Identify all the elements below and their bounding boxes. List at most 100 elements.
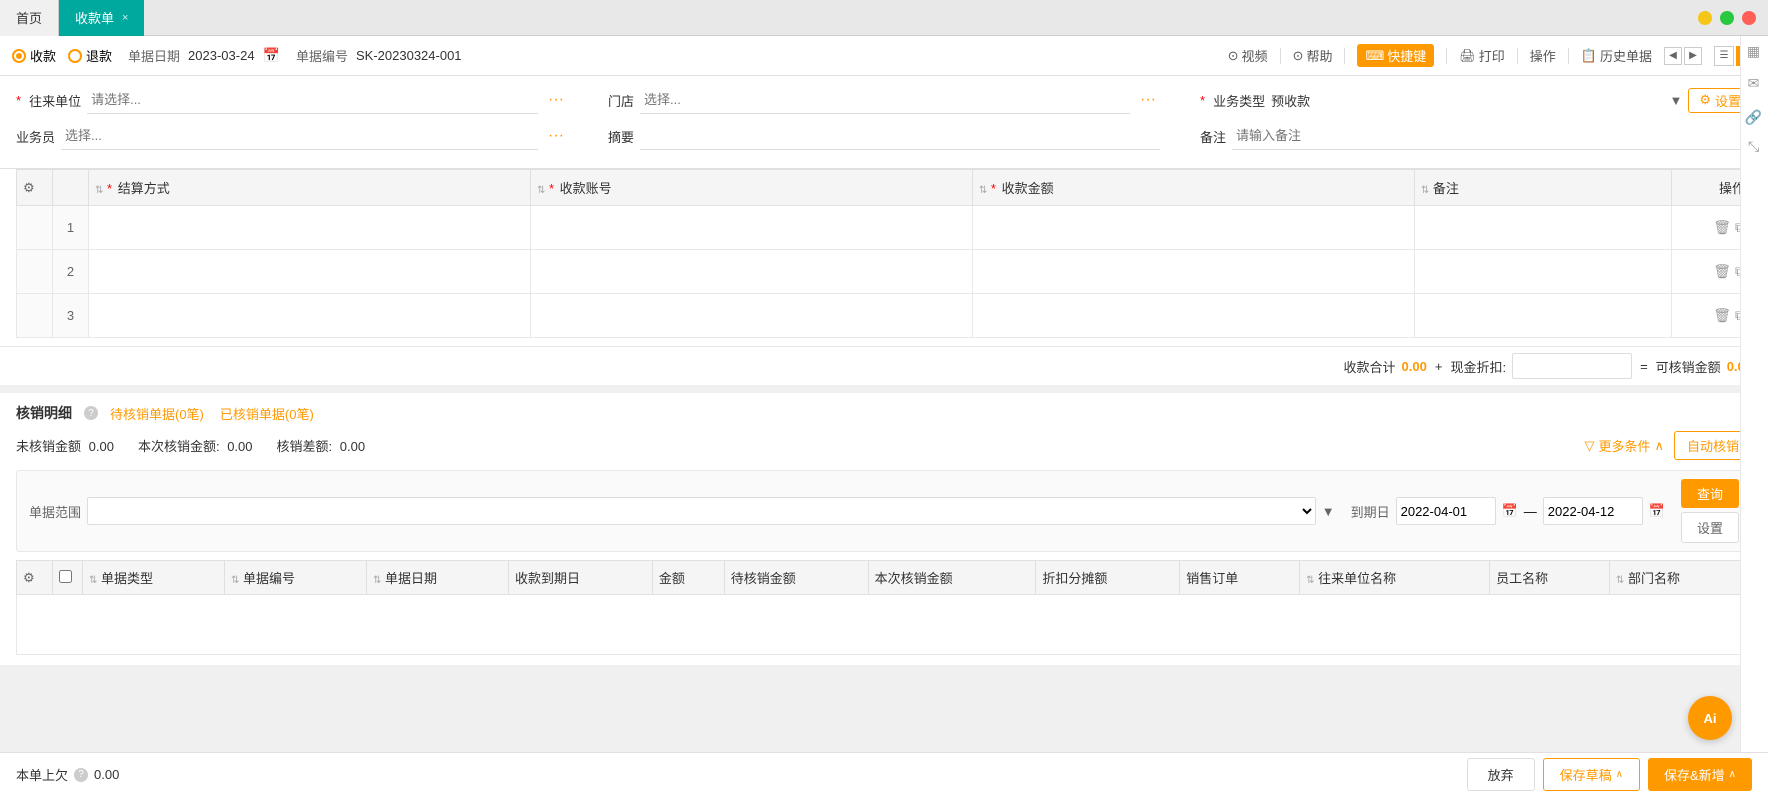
writeoff-stats: 未核销金额 0.00 本次核销金额: 0.00 核销差额: 0.00 ▽ 更多条… bbox=[16, 431, 1752, 460]
delete-icon-1[interactable]: 🗑 bbox=[1713, 219, 1731, 236]
maximize-button[interactable] bbox=[1720, 11, 1734, 25]
query-button[interactable]: 查询 bbox=[1681, 479, 1739, 508]
right-sidebar: ▦ ✉ 🔗 ⤢ bbox=[1740, 36, 1768, 752]
video-button[interactable]: ⊙ 视频 bbox=[1228, 46, 1268, 65]
bottom-table-settings-icon[interactable]: ⚙ bbox=[23, 570, 35, 585]
counterpart-label: 往来单位 bbox=[29, 91, 81, 110]
range-select[interactable] bbox=[87, 497, 1316, 525]
store-field: 门店 ··· bbox=[608, 86, 1160, 114]
this-stat: 本次核销金额: 0.00 bbox=[138, 436, 253, 455]
ai-button[interactable]: Ai bbox=[1688, 696, 1732, 740]
remark-cell-1[interactable] bbox=[1414, 206, 1671, 250]
sort-dept: ⇅ bbox=[1616, 575, 1624, 586]
tab-receipt[interactable]: 收款单 × bbox=[59, 0, 144, 36]
date-from-input[interactable] bbox=[1396, 497, 1496, 525]
done-tab[interactable]: 已核销单据(0笔) bbox=[220, 404, 314, 423]
sort-counterpart: ⇅ bbox=[1306, 575, 1314, 586]
staff-more-icon[interactable]: ··· bbox=[544, 127, 568, 145]
pending-tab[interactable]: 待核销单据(0笔) bbox=[110, 404, 204, 423]
tab-close-icon[interactable]: × bbox=[122, 12, 128, 24]
store-input[interactable] bbox=[640, 86, 1130, 114]
next-arrow[interactable]: ▶ bbox=[1684, 47, 1702, 65]
calendar-to-icon[interactable]: 📅 bbox=[1649, 503, 1665, 519]
list-view-button[interactable]: ☰ bbox=[1714, 46, 1734, 66]
divider2 bbox=[1344, 48, 1345, 64]
delete-icon-2[interactable]: 🗑 bbox=[1713, 263, 1731, 280]
biz-type-field: * 业务类型 预收款 ▼ ⚙ 设置 bbox=[1200, 88, 1752, 113]
plus-sign: + bbox=[1435, 359, 1443, 374]
form-area: * 往来单位 ··· 门店 ··· * 业务类型 预收款 ▼ ⚙ 设置 业务员 bbox=[0, 76, 1768, 169]
biz-type-dropdown-icon[interactable]: ▼ bbox=[1669, 93, 1682, 108]
row-settings-3 bbox=[17, 294, 53, 338]
more-conditions-link[interactable]: ▽ 更多条件 ∧ bbox=[1584, 436, 1664, 455]
delete-icon-3[interactable]: 🗑 bbox=[1713, 307, 1731, 324]
info-icon2[interactable]: ? bbox=[74, 768, 88, 782]
main-content: * 往来单位 ··· 门店 ··· * 业务类型 预收款 ▼ ⚙ 设置 业务员 bbox=[0, 76, 1768, 665]
date-to-input[interactable] bbox=[1543, 497, 1643, 525]
remark-cell-3[interactable] bbox=[1414, 294, 1671, 338]
save-new-button[interactable]: 保存&新增 ∧ bbox=[1648, 758, 1752, 791]
remark-cell-2[interactable] bbox=[1414, 250, 1671, 294]
remark-input[interactable] bbox=[1232, 122, 1752, 150]
amount-cell-2[interactable] bbox=[972, 250, 1414, 294]
row-num-3: 3 bbox=[53, 294, 89, 338]
staff-label: 业务员 bbox=[16, 127, 55, 146]
abandon-button[interactable]: 放弃 bbox=[1467, 758, 1535, 791]
sidebar-table-icon[interactable]: ▦ bbox=[1747, 44, 1763, 60]
calendar-icon[interactable]: 📅 bbox=[263, 47, 280, 64]
select-all-checkbox[interactable] bbox=[59, 570, 72, 583]
help-icon: ⊙ bbox=[1293, 48, 1304, 64]
shortcut-button[interactable]: ⌨ 快捷键 bbox=[1357, 44, 1434, 67]
account-cell-2[interactable] bbox=[530, 250, 972, 294]
save-draft-button[interactable]: 保存草稿 ∧ bbox=[1543, 758, 1640, 791]
settings-col: ⚙ bbox=[17, 561, 53, 595]
prev-arrow[interactable]: ◀ bbox=[1664, 47, 1682, 65]
discount-input[interactable] bbox=[1512, 353, 1632, 379]
staff-name-col: 员工名称 bbox=[1490, 561, 1610, 595]
help-button[interactable]: ⊙ 帮助 bbox=[1293, 46, 1333, 65]
filter-settings-button[interactable]: 设置 bbox=[1681, 512, 1739, 543]
counterpart-name-col: ⇅ 往来单位名称 bbox=[1300, 561, 1490, 595]
counterpart-more-icon[interactable]: ··· bbox=[544, 91, 568, 109]
sort-icon: ⇅ bbox=[95, 185, 103, 196]
operate-button[interactable]: 操作 bbox=[1530, 46, 1556, 65]
counterpart-input[interactable] bbox=[87, 86, 538, 114]
amount-cell-3[interactable] bbox=[972, 294, 1414, 338]
radio-refund[interactable]: 退款 bbox=[68, 46, 112, 65]
settle-cell-2[interactable] bbox=[89, 250, 531, 294]
print-button[interactable]: 🖨 打印 bbox=[1459, 46, 1505, 65]
settle-cell-3[interactable] bbox=[89, 294, 531, 338]
summary-input[interactable] bbox=[640, 122, 1160, 150]
store-more-icon[interactable]: ··· bbox=[1136, 91, 1160, 109]
filter-icon: ▽ bbox=[1584, 438, 1594, 454]
video-icon: ⊙ bbox=[1228, 48, 1239, 64]
chevron-up-icon: ∧ bbox=[1654, 438, 1664, 454]
settle-cell-1[interactable] bbox=[89, 206, 531, 250]
row-num-header bbox=[53, 170, 89, 206]
close-button[interactable] bbox=[1742, 11, 1756, 25]
writeoff-info-icon[interactable]: ? bbox=[84, 406, 98, 420]
minimize-button[interactable] bbox=[1698, 11, 1712, 25]
tab-home[interactable]: 首页 bbox=[0, 0, 59, 36]
history-button[interactable]: 📋 历史单据 bbox=[1581, 46, 1652, 65]
staff-input[interactable] bbox=[61, 122, 538, 150]
help-label: 帮助 bbox=[1306, 46, 1332, 65]
doc-date-value: 2023-03-24 bbox=[188, 48, 255, 63]
account-cell-3[interactable] bbox=[530, 294, 972, 338]
bottom-info: 本单上欠 ? 0.00 bbox=[16, 765, 119, 784]
this-value: 0.00 bbox=[227, 439, 252, 454]
table-settings-icon[interactable]: ⚙ bbox=[23, 180, 35, 195]
sidebar-mail-icon[interactable]: ✉ bbox=[1747, 76, 1763, 92]
calendar-from-icon[interactable]: 📅 bbox=[1502, 503, 1518, 519]
account-header: ⇅ * 收款账号 bbox=[530, 170, 972, 206]
amount-cell-1[interactable] bbox=[972, 206, 1414, 250]
sidebar-expand-icon[interactable]: ⤢ bbox=[1747, 141, 1763, 152]
radio-receipt[interactable]: 收款 bbox=[12, 46, 56, 65]
data-table-wrapper: ⚙ ⇅ * 结算方式 ⇅ * 收款账号 ⇅ * 收款金额 bbox=[0, 169, 1768, 346]
range-dropdown-icon[interactable]: ▼ bbox=[1322, 504, 1335, 519]
sidebar-link-icon[interactable]: 🔗 bbox=[1747, 108, 1763, 125]
divider4 bbox=[1517, 48, 1518, 64]
account-cell-1[interactable] bbox=[530, 206, 972, 250]
summary-label: 摘要 bbox=[608, 127, 634, 146]
discount-field: 现金折扣: bbox=[1450, 353, 1632, 379]
